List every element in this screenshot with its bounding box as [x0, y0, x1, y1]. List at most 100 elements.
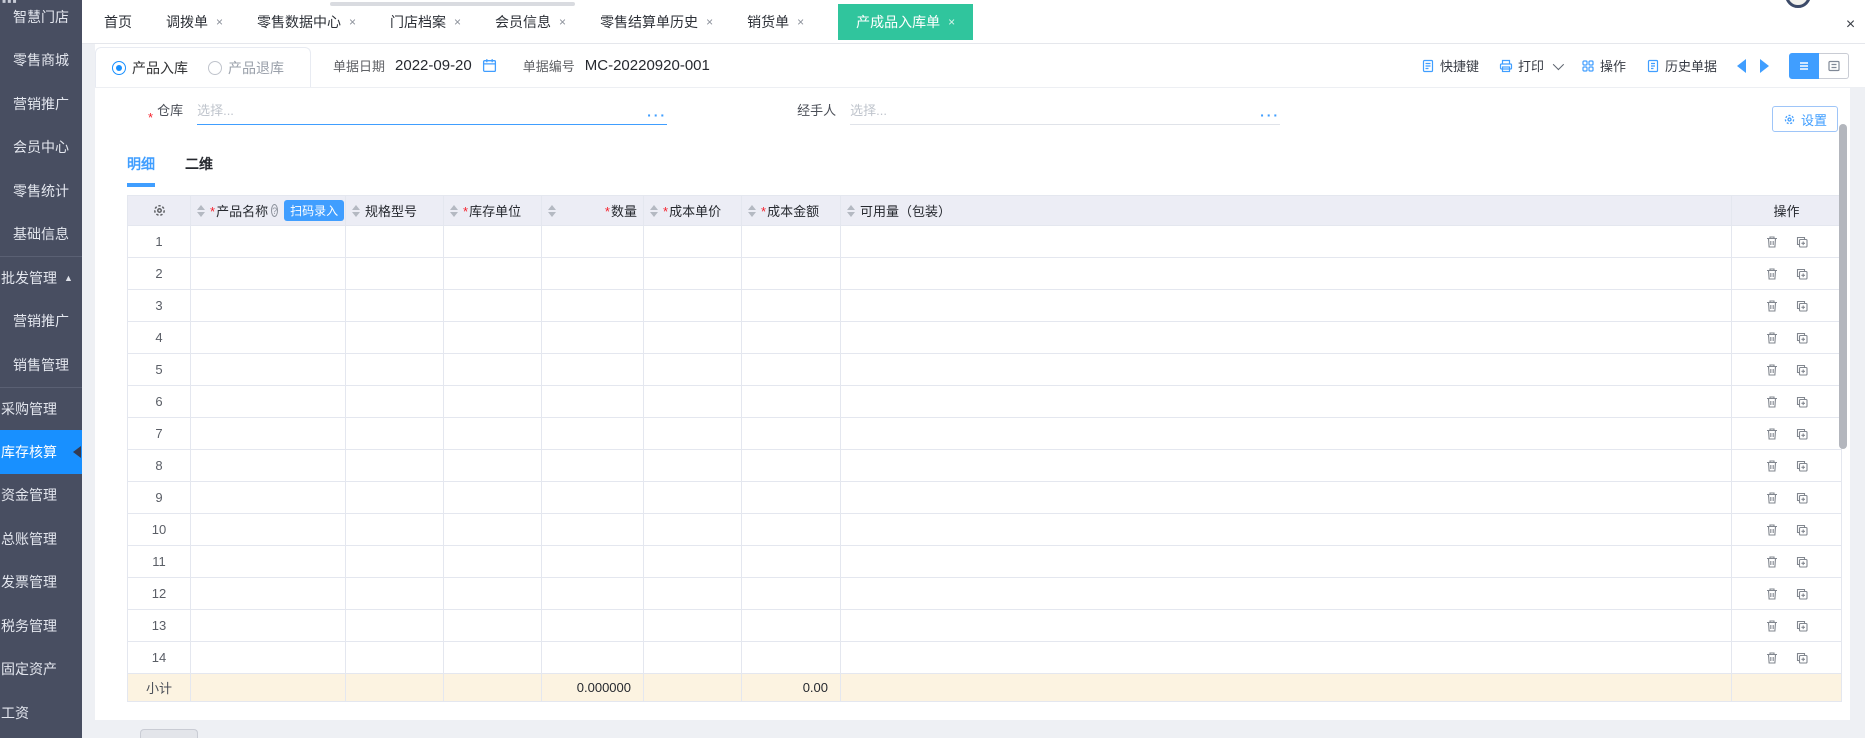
grid-cell[interactable] — [742, 354, 841, 385]
grid-cell[interactable] — [191, 386, 346, 417]
tab-5[interactable]: 零售结算单历史 × — [600, 12, 713, 32]
grid-cell[interactable] — [346, 642, 444, 673]
column-header-6[interactable]: 可用量（包装） — [841, 196, 1732, 225]
grid-cell[interactable] — [444, 354, 542, 385]
chevron-down-icon[interactable] — [1552, 58, 1565, 70]
column-header-2[interactable]: *库存单位 — [444, 196, 542, 225]
subtab-0[interactable]: 明细 — [127, 154, 155, 187]
grid-cell[interactable] — [346, 258, 444, 289]
grid-cell[interactable] — [542, 514, 644, 545]
trash-icon[interactable] — [1765, 587, 1779, 601]
grid-cell[interactable] — [542, 482, 644, 513]
tab-0[interactable]: 首页 — [104, 12, 132, 32]
grid-cell[interactable] — [191, 450, 346, 481]
grid-cell[interactable] — [644, 610, 742, 641]
grid-cell[interactable] — [444, 258, 542, 289]
grid-cell[interactable] — [542, 226, 644, 257]
grid-cell[interactable] — [346, 546, 444, 577]
copy-add-icon[interactable] — [1795, 427, 1809, 441]
trash-icon[interactable] — [1765, 491, 1779, 505]
grid-cell[interactable] — [191, 418, 346, 449]
sidebar-item-8[interactable]: 销售管理 — [0, 343, 82, 387]
grid-cell[interactable] — [191, 226, 346, 257]
sidebar-item-5[interactable]: 基础信息 — [0, 213, 82, 257]
grid-cell[interactable] — [644, 578, 742, 609]
copy-add-icon[interactable] — [1795, 459, 1809, 473]
copy-add-icon[interactable] — [1795, 331, 1809, 345]
sort-carets-icon[interactable] — [352, 204, 360, 217]
grid-cell[interactable] — [346, 354, 444, 385]
grid-cell[interactable] — [841, 418, 1732, 449]
grid-cell[interactable] — [841, 322, 1732, 353]
grid-cell[interactable] — [346, 482, 444, 513]
grid-cell[interactable] — [644, 642, 742, 673]
tab-scrollbar[interactable] — [330, 2, 575, 6]
tab-2[interactable]: 零售数据中心 × — [257, 12, 356, 32]
settings-button[interactable]: 设置 — [1771, 106, 1838, 132]
copy-add-icon[interactable] — [1795, 651, 1809, 665]
warehouse-picker-ellipsis-icon[interactable]: ··· — [647, 108, 667, 122]
grid-cell[interactable] — [542, 322, 644, 353]
grid-cell[interactable] — [191, 578, 346, 609]
sidebar-item-2[interactable]: 营销推广 — [0, 82, 82, 126]
help-circle-icon[interactable] — [271, 204, 279, 217]
copy-add-icon[interactable] — [1795, 555, 1809, 569]
column-header-1[interactable]: 规格型号 — [346, 196, 444, 225]
grid-cell[interactable] — [346, 514, 444, 545]
grid-cell[interactable] — [742, 258, 841, 289]
grid-cell[interactable] — [346, 290, 444, 321]
trash-icon[interactable] — [1765, 555, 1779, 569]
sidebar-item-7[interactable]: 营销推广 — [0, 300, 82, 344]
grid-cell[interactable] — [191, 514, 346, 545]
copy-add-icon[interactable] — [1795, 523, 1809, 537]
grid-cell[interactable] — [444, 226, 542, 257]
grid-cell[interactable] — [542, 418, 644, 449]
trash-icon[interactable] — [1765, 427, 1779, 441]
sort-carets-icon[interactable] — [748, 204, 756, 217]
sidebar-item-4[interactable]: 零售统计 — [0, 169, 82, 213]
copy-add-icon[interactable] — [1795, 587, 1809, 601]
copy-add-icon[interactable] — [1795, 395, 1809, 409]
tab-close-icon[interactable]: × — [706, 15, 713, 29]
grid-cell[interactable] — [346, 322, 444, 353]
tab-close-icon[interactable]: × — [454, 15, 461, 29]
grid-cell[interactable] — [444, 610, 542, 641]
sidebar-item-9[interactable]: 采购管理 — [0, 386, 82, 431]
grid-cell[interactable] — [644, 322, 742, 353]
grid-cell[interactable] — [444, 642, 542, 673]
grid-cell[interactable] — [542, 450, 644, 481]
grid-cell[interactable] — [644, 546, 742, 577]
grid-cell[interactable] — [191, 546, 346, 577]
grid-cell[interactable] — [346, 578, 444, 609]
grid-cell[interactable] — [542, 578, 644, 609]
tab-1[interactable]: 调拨单 × — [166, 12, 223, 32]
list-view-toggle-button[interactable] — [1789, 52, 1819, 79]
tab-3[interactable]: 门店档案 × — [390, 12, 461, 32]
column-header-3[interactable]: *数量 — [542, 196, 644, 225]
sort-carets-icon[interactable] — [548, 204, 556, 217]
toolbar-action-3[interactable]: 历史单据 — [1646, 56, 1717, 75]
grid-cell[interactable] — [742, 386, 841, 417]
grid-cell[interactable] — [346, 450, 444, 481]
grid-cell[interactable] — [542, 610, 644, 641]
grid-cell[interactable] — [542, 258, 644, 289]
grid-cell[interactable] — [444, 482, 542, 513]
prev-record-arrow-icon[interactable] — [1737, 58, 1746, 73]
trash-icon[interactable] — [1765, 235, 1779, 249]
scan-entry-button[interactable]: 扫码录入 — [284, 200, 345, 221]
grid-cell[interactable] — [644, 290, 742, 321]
copy-add-icon[interactable] — [1795, 363, 1809, 377]
tab-close-icon[interactable]: × — [349, 15, 356, 29]
grid-cell[interactable] — [444, 418, 542, 449]
grid-cell[interactable] — [542, 546, 644, 577]
grid-cell[interactable] — [444, 290, 542, 321]
grid-cell[interactable] — [841, 258, 1732, 289]
trash-icon[interactable] — [1765, 363, 1779, 377]
sidebar-item-16[interactable]: 工资 — [0, 691, 82, 735]
doc-date-value[interactable]: 2022-09-20 — [395, 57, 472, 74]
trash-icon[interactable] — [1765, 523, 1779, 537]
grid-cell[interactable] — [644, 354, 742, 385]
sidebar-item-10[interactable]: 库存核算 — [0, 430, 82, 474]
grid-cell[interactable] — [542, 386, 644, 417]
sort-carets-icon[interactable] — [650, 204, 658, 217]
